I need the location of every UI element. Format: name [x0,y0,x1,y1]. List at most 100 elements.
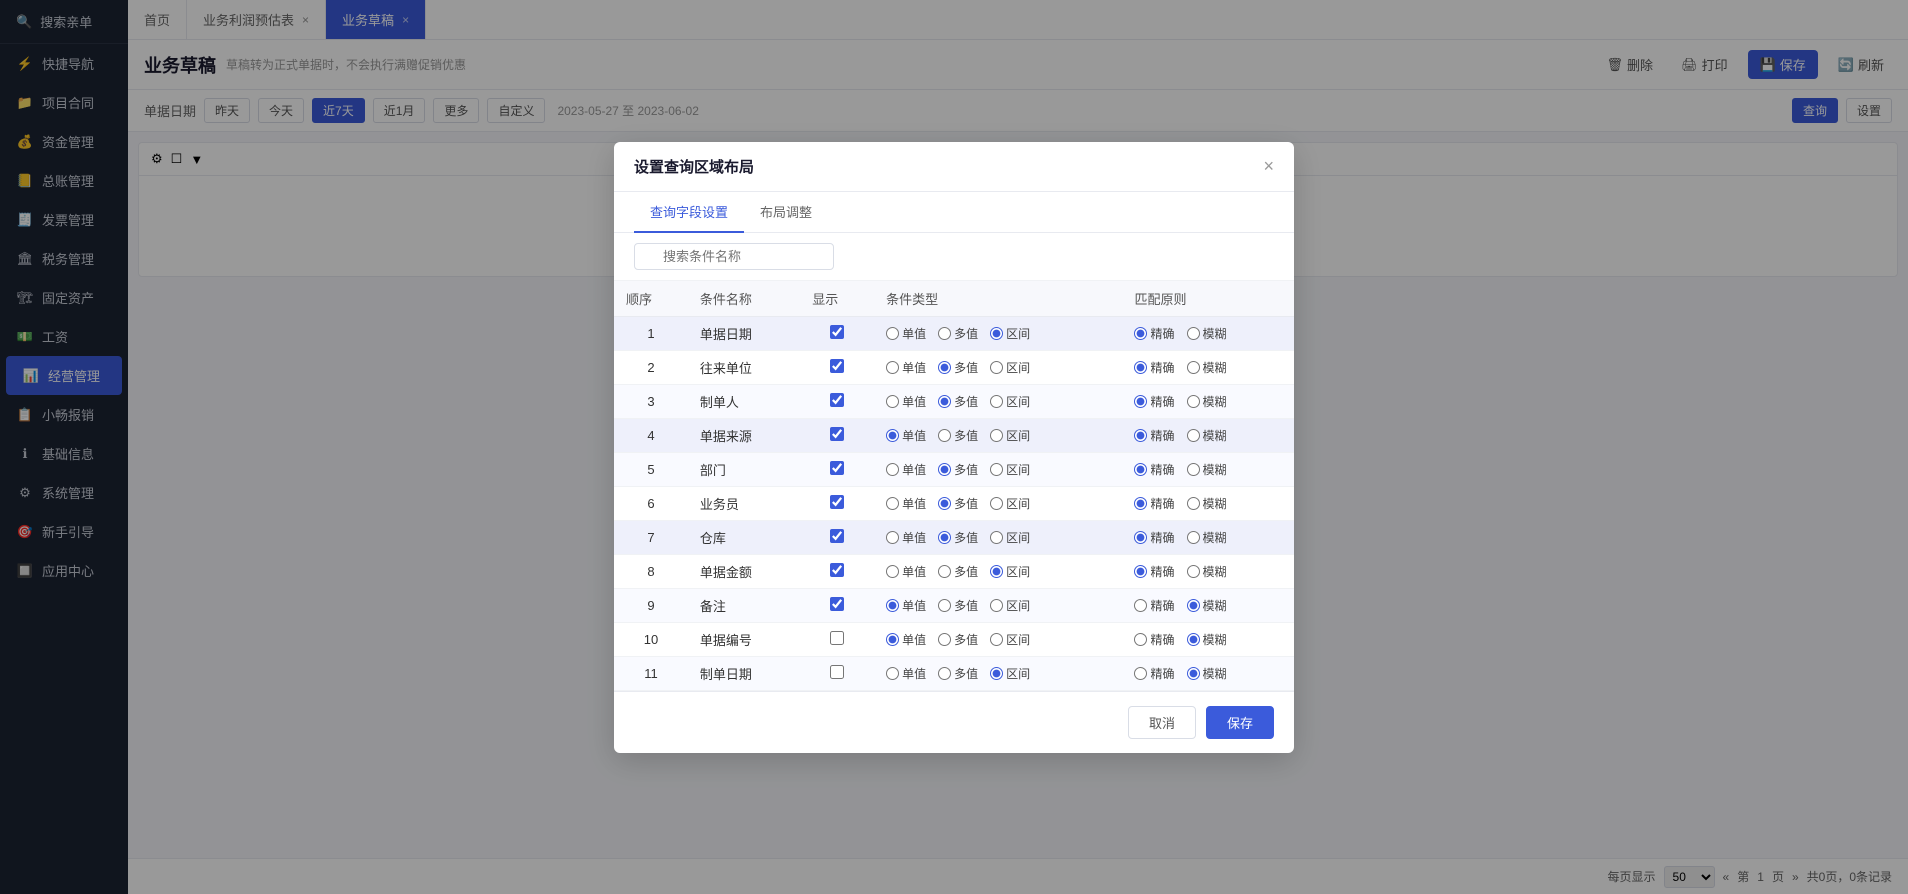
cell-display [800,384,874,418]
cell-order: 11 [614,656,688,690]
cell-order: 1 [614,316,688,350]
table-row: 8单据金额单值多值区间精确模糊 [614,554,1294,588]
condition-radio-option[interactable]: 多值 [938,461,978,478]
table-row: 7仓库 单值多值区间 精确模糊 [614,520,1294,554]
condition-radio-option[interactable]: 多值 [938,427,978,444]
cell-display [800,452,874,486]
match-radio-option[interactable]: 模糊 [1187,325,1227,342]
condition-radio-option[interactable]: 区间 [990,359,1030,376]
cell-display [800,350,874,384]
cancel-button[interactable]: 取消 [1128,706,1196,739]
match-radio-option[interactable]: 模糊 [1187,393,1227,410]
display-checkbox[interactable] [830,665,844,679]
match-radio-option[interactable]: 精确 [1134,529,1174,546]
display-checkbox[interactable] [830,495,844,509]
condition-radio-option[interactable]: 多值 [938,495,978,512]
display-checkbox[interactable] [830,563,844,577]
match-radio-option[interactable]: 精确 [1134,427,1174,444]
condition-radio-option[interactable]: 多值 [938,563,978,580]
condition-radio-option[interactable]: 单值 [886,631,926,648]
condition-radio-option[interactable]: 多值 [938,597,978,614]
cell-display [800,520,874,554]
match-radio-option[interactable]: 精确 [1134,393,1174,410]
cell-match-rule: 精确模糊 [1122,384,1294,418]
cell-match-rule: 精确模糊 [1122,316,1294,350]
cell-name: 单据来源 [688,418,800,452]
condition-radio-option[interactable]: 区间 [990,631,1030,648]
match-radio-option[interactable]: 精确 [1134,631,1174,648]
cell-order: 7 [614,520,688,554]
match-radio-option[interactable]: 模糊 [1187,461,1227,478]
cell-order: 3 [614,384,688,418]
modal-save-button[interactable]: 保存 [1206,706,1274,739]
condition-radio-option[interactable]: 单值 [886,325,926,342]
condition-radio-option[interactable]: 多值 [938,359,978,376]
condition-radio-option[interactable]: 多值 [938,529,978,546]
condition-radio-option[interactable]: 区间 [990,665,1030,682]
match-radio-option[interactable]: 精确 [1134,563,1174,580]
cell-name: 制单人 [688,384,800,418]
condition-radio-option[interactable]: 区间 [990,427,1030,444]
condition-radio-option[interactable]: 单值 [886,563,926,580]
condition-radio-option[interactable]: 区间 [990,461,1030,478]
match-radio-option[interactable]: 模糊 [1187,359,1227,376]
modal-tab-layout[interactable]: 布局调整 [744,192,828,233]
display-checkbox[interactable] [830,597,844,611]
condition-radio-option[interactable]: 区间 [990,563,1030,580]
match-radio-option[interactable]: 精确 [1134,495,1174,512]
match-radio-option[interactable]: 精确 [1134,597,1174,614]
match-radio-option[interactable]: 模糊 [1187,665,1227,682]
condition-radio-option[interactable]: 多值 [938,325,978,342]
modal-header: 设置查询区域布局 × [614,142,1294,192]
cell-name: 仓库 [688,520,800,554]
condition-radio-option[interactable]: 单值 [886,393,926,410]
condition-radio-option[interactable]: 单值 [886,529,926,546]
modal-close-button[interactable]: × [1263,157,1274,175]
table-row: 4单据来源单值多值区间精确模糊 [614,418,1294,452]
condition-radio-option[interactable]: 单值 [886,427,926,444]
condition-radio-option[interactable]: 区间 [990,529,1030,546]
display-checkbox[interactable] [830,631,844,645]
cell-name: 制单日期 [688,656,800,690]
col-order: 顺序 [614,281,688,317]
match-radio-option[interactable]: 精确 [1134,359,1174,376]
modal-footer: 取消 保存 [614,691,1294,753]
condition-radio-option[interactable]: 区间 [990,495,1030,512]
display-checkbox[interactable] [830,359,844,373]
cell-display [800,588,874,622]
condition-radio-option[interactable]: 区间 [990,325,1030,342]
match-radio-option[interactable]: 精确 [1134,325,1174,342]
display-checkbox[interactable] [830,529,844,543]
cell-display [800,656,874,690]
match-radio-option[interactable]: 模糊 [1187,529,1227,546]
cell-match-rule: 精确模糊 [1122,350,1294,384]
display-checkbox[interactable] [830,461,844,475]
match-radio-option[interactable]: 模糊 [1187,563,1227,580]
condition-radio-option[interactable]: 区间 [990,597,1030,614]
condition-radio-option[interactable]: 多值 [938,665,978,682]
match-radio-option[interactable]: 模糊 [1187,495,1227,512]
condition-radio-option[interactable]: 多值 [938,393,978,410]
condition-radio-option[interactable]: 单值 [886,495,926,512]
modal-body: 顺序 条件名称 显示 条件类型 匹配原则 1单据日期单值多值区间精确模糊2往来单… [614,281,1294,691]
display-checkbox[interactable] [830,325,844,339]
cell-display [800,622,874,656]
modal-tab-field-settings[interactable]: 查询字段设置 [634,192,744,233]
display-checkbox[interactable] [830,427,844,441]
match-radio-option[interactable]: 模糊 [1187,427,1227,444]
condition-radio-option[interactable]: 区间 [990,393,1030,410]
match-radio-option[interactable]: 精确 [1134,461,1174,478]
condition-radio-option[interactable]: 单值 [886,597,926,614]
modal-search-input[interactable] [634,243,834,270]
cell-condition-type: 单值多值区间 [874,656,1122,690]
condition-radio-option[interactable]: 多值 [938,631,978,648]
match-radio-option[interactable]: 精确 [1134,665,1174,682]
condition-radio-option[interactable]: 单值 [886,461,926,478]
condition-radio-option[interactable]: 单值 [886,359,926,376]
condition-radio-option[interactable]: 单值 [886,665,926,682]
match-radio-option[interactable]: 模糊 [1187,597,1227,614]
cell-name: 单据金额 [688,554,800,588]
table-row: 6业务员单值多值区间精确模糊 [614,486,1294,520]
display-checkbox[interactable] [830,393,844,407]
match-radio-option[interactable]: 模糊 [1187,631,1227,648]
